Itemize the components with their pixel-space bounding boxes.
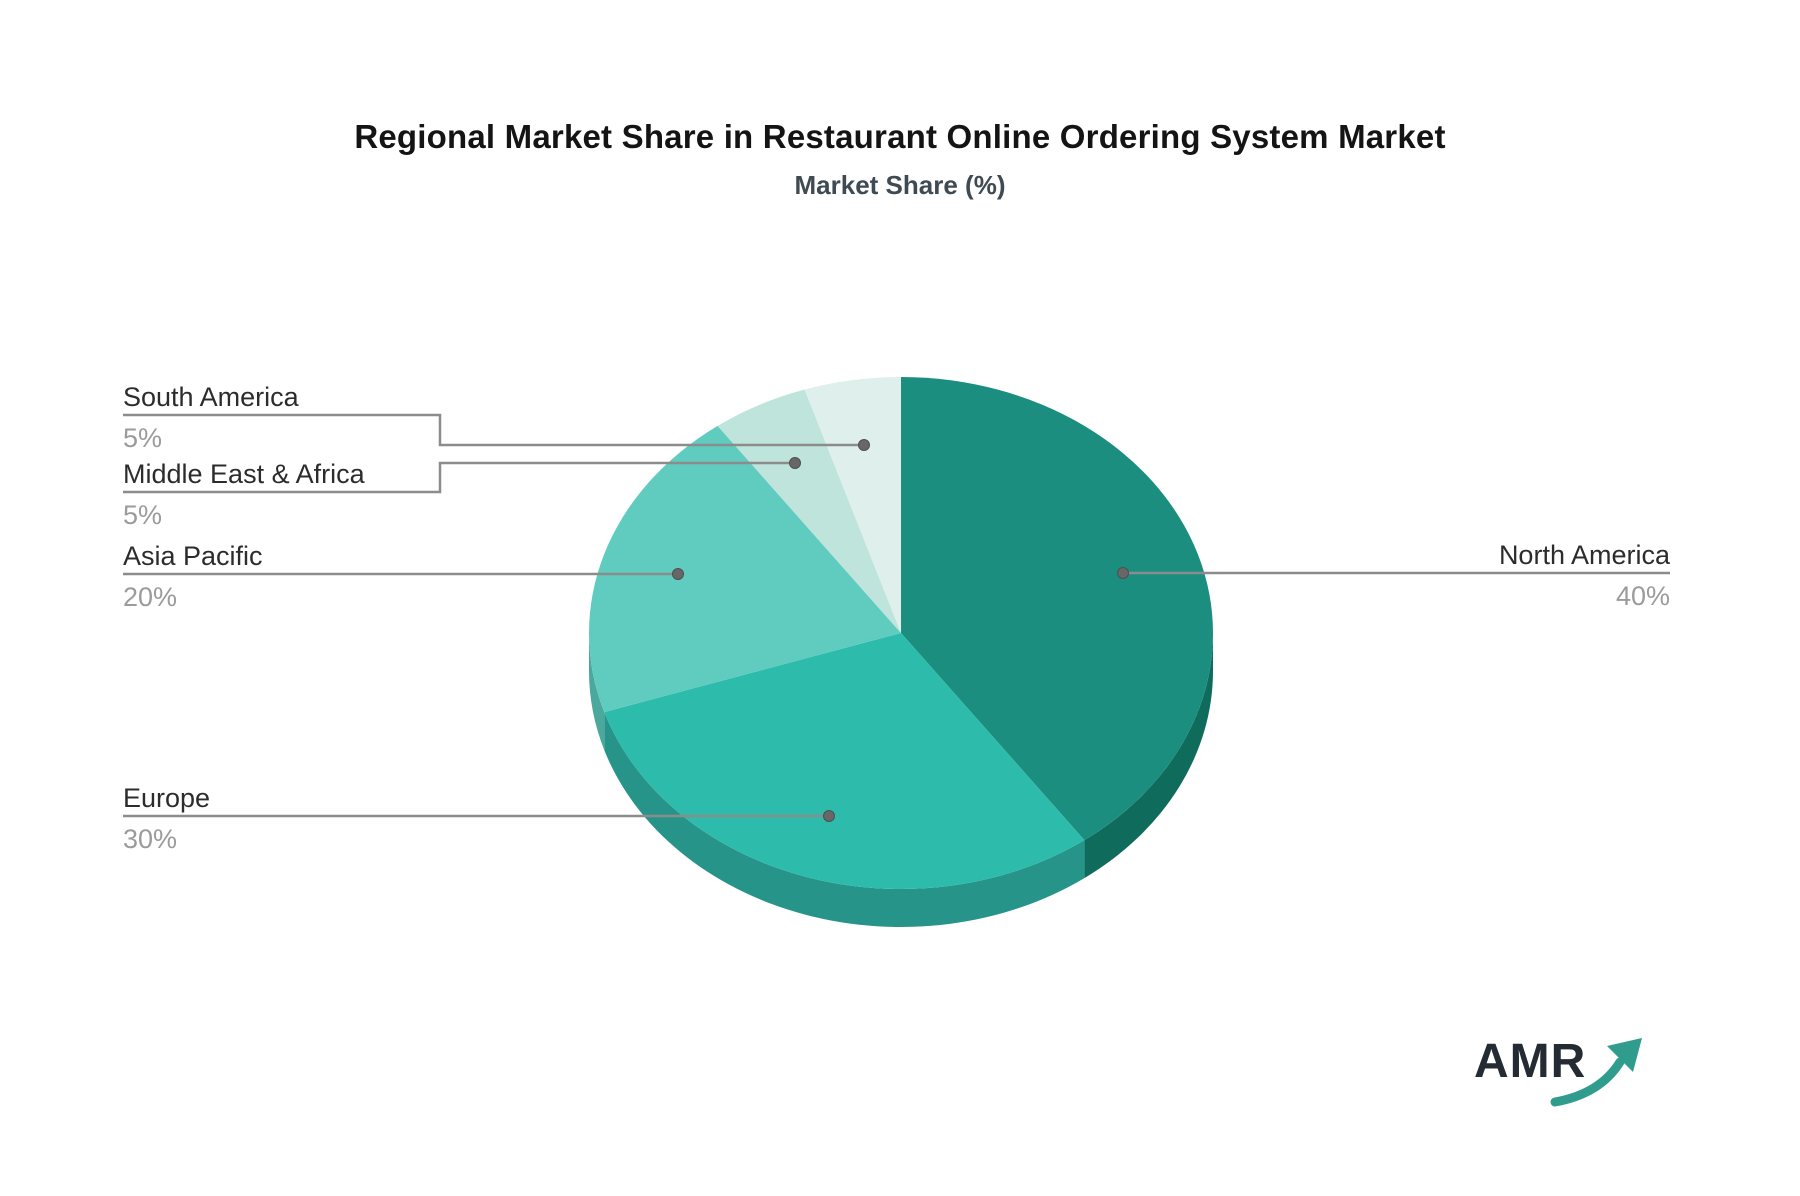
- slice-label: Europe: [123, 783, 211, 813]
- slice-label: North America: [1498, 540, 1670, 570]
- slice-percent: 40%: [1615, 581, 1670, 611]
- leader-dot-asia-pacific: [672, 568, 684, 580]
- slice-percent: 5%: [123, 500, 163, 530]
- leader-dot-middle-east-africa: [789, 457, 801, 469]
- logo-arrow-icon: [1550, 1038, 1642, 1107]
- slice-percent: 20%: [123, 582, 178, 612]
- slice-label: Middle East & Africa: [123, 459, 365, 489]
- leader-dot-south-america: [858, 439, 870, 451]
- leader-dot-europe: [823, 810, 835, 822]
- slice-percent: 5%: [123, 423, 163, 453]
- chart-canvas: Regional Market Share in Restaurant Onli…: [0, 0, 1800, 1196]
- amr-logo: AMR: [1474, 1034, 1674, 1124]
- callout-south-america: South America 5%: [123, 382, 299, 454]
- leader-dot-north-america: [1117, 567, 1129, 579]
- callout-europe: Europe 30%: [123, 783, 210, 855]
- slice-label: South America: [123, 382, 299, 412]
- slice-label: Asia Pacific: [123, 541, 263, 571]
- callout-middle-east-africa: Middle East & Africa 5%: [123, 459, 365, 531]
- callout-north-america: North America 40%: [1499, 540, 1670, 612]
- callout-asia-pacific: Asia Pacific 20%: [123, 541, 263, 613]
- slice-percent: 30%: [123, 824, 178, 854]
